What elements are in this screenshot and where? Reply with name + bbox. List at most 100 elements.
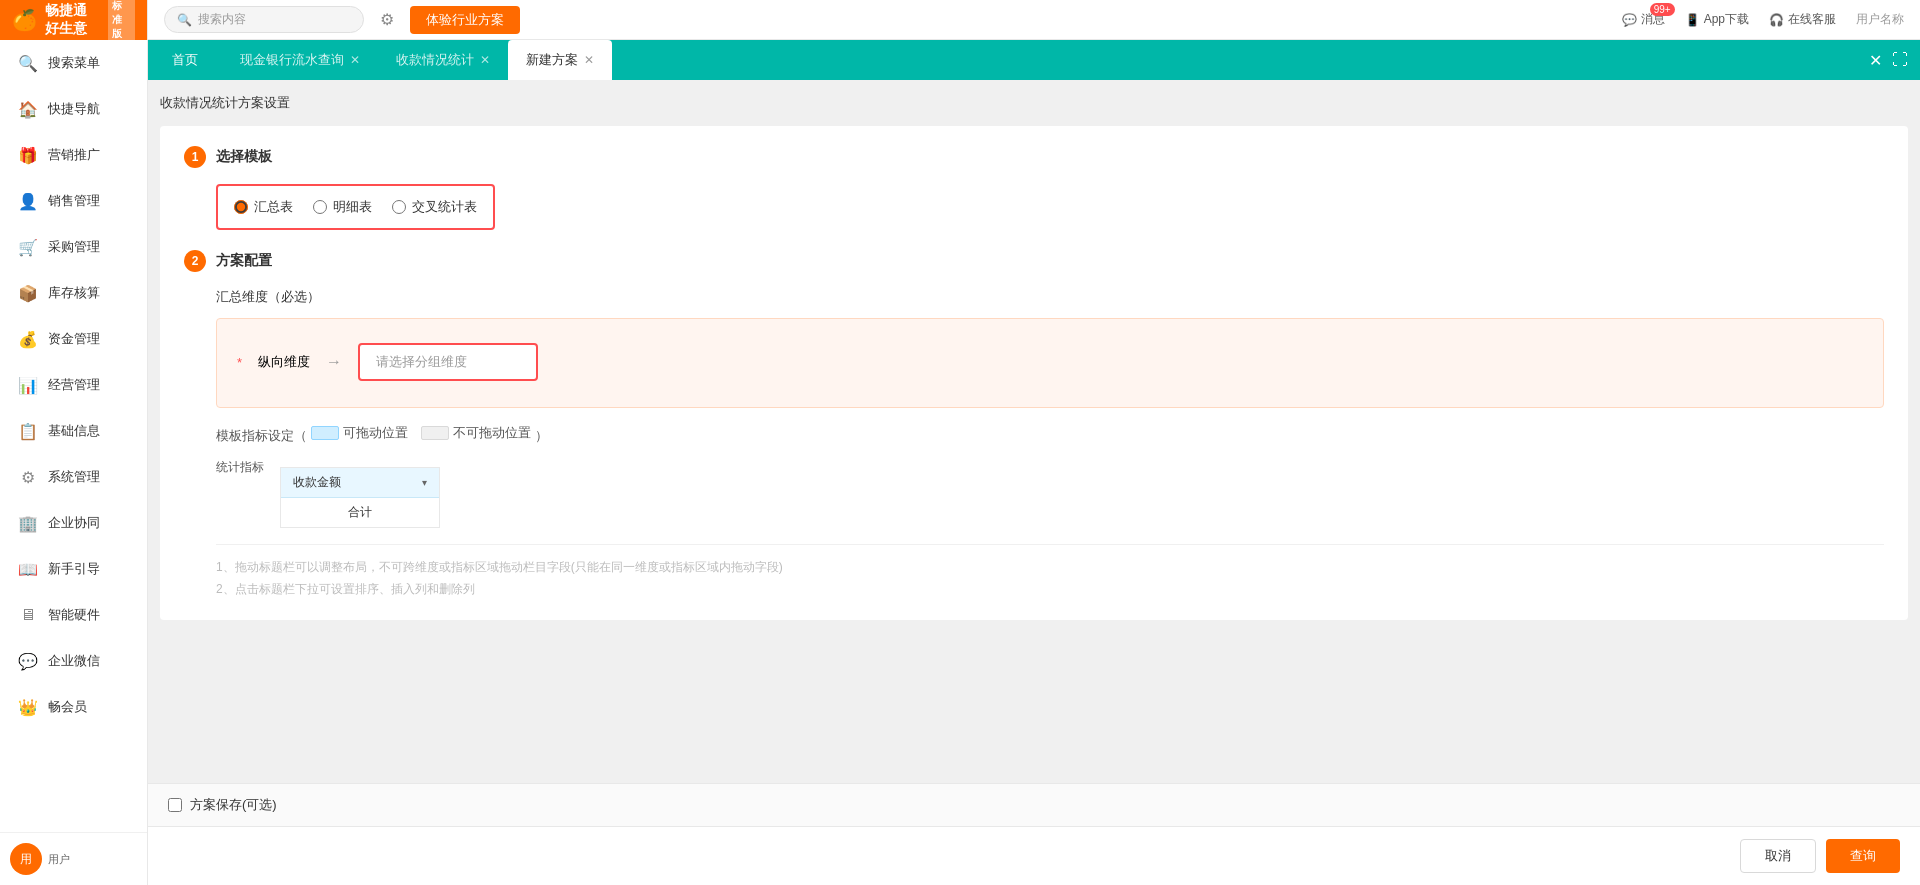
draggable-legend-label: 可拖动位置 (343, 424, 408, 442)
operations-icon: 📊 (18, 376, 38, 395)
sidebar-item-marketing[interactable]: 🎁 营销推广 (0, 132, 147, 178)
sidebar-item-operations[interactable]: 📊 经营管理 (0, 362, 147, 408)
inventory-icon: 📦 (18, 284, 38, 303)
message-icon: 💬 (1622, 13, 1637, 27)
dimension-row: * 纵向维度 → 请选择分组维度 (237, 343, 1863, 381)
settings-icon[interactable]: ⚙ (380, 10, 394, 29)
marketing-icon: 🎁 (18, 146, 38, 165)
smart-hardware-icon: 🖥 (18, 606, 38, 624)
sidebar-item-capital[interactable]: 💰 资金管理 (0, 316, 147, 362)
user-display: 用户名称 (1856, 11, 1904, 28)
radio-summary-input[interactable] (234, 200, 248, 214)
sidebar-item-enterprise-collab[interactable]: 🏢 企业协同 (0, 500, 147, 546)
sidebar-item-search-menu[interactable]: 🔍 搜索菜单 (0, 40, 147, 86)
step2-header: 2 方案配置 (184, 250, 1884, 272)
hint-2: 2、点击标题栏下拉可设置排序、插入列和删除列 (216, 579, 1884, 601)
radio-detail-label: 明细表 (333, 198, 372, 216)
system-icon: ⚙ (18, 468, 38, 487)
sidebar: 🍊 畅捷通好生意 标准版 🔍 搜索菜单 🏠 快捷导航 🎁 营销推广 👤 销售管理… (0, 0, 148, 885)
sidebar-item-label: 采购管理 (48, 238, 100, 256)
support-label: 在线客服 (1788, 11, 1836, 28)
sidebar-item-quick-nav[interactable]: 🏠 快捷导航 (0, 86, 147, 132)
sidebar-item-inventory[interactable]: 📦 库存核算 (0, 270, 147, 316)
basic-info-icon: 📋 (18, 422, 38, 441)
trial-button[interactable]: 体验行业方案 (410, 6, 520, 34)
step2-number: 2 (184, 250, 206, 272)
cancel-button[interactable]: 取消 (1740, 839, 1816, 873)
indicators-section: 模板指标设定（ 可拖动位置 不可拖动位置 ） (216, 424, 1884, 600)
stat-label-vertical: 统计指标 (216, 455, 264, 528)
sidebar-item-label: 智能硬件 (48, 606, 100, 624)
topbar-right: 💬 消息 99+ 📱 App下载 🎧 在线客服 用户名称 (1622, 11, 1904, 28)
indicators-table: 收款金额 ▾ 合计 (280, 467, 440, 528)
sidebar-item-label: 营销推广 (48, 146, 100, 164)
sidebar-item-sales[interactable]: 👤 销售管理 (0, 178, 147, 224)
download-icon: 📱 (1685, 13, 1700, 27)
radio-cross-input[interactable] (392, 200, 406, 214)
online-support-button[interactable]: 🎧 在线客服 (1769, 11, 1836, 28)
draggable-legend (311, 426, 339, 440)
dimension-label: 汇总维度（必选） (216, 288, 1884, 306)
indicators-row-total: 合计 (281, 498, 439, 527)
radio-cross-label: 交叉统计表 (412, 198, 477, 216)
tab-receipts-stat[interactable]: 收款情况统计 ✕ (378, 40, 508, 80)
sidebar-item-label: 经营管理 (48, 376, 100, 394)
dimension-select[interactable]: 请选择分组维度 (358, 343, 538, 381)
sidebar-item-label: 企业微信 (48, 652, 100, 670)
fixed-legend (421, 426, 449, 440)
logo-text: 畅捷通好生意 (45, 2, 100, 38)
tab-receipts-stat-close-icon[interactable]: ✕ (480, 53, 490, 67)
footer-section: 方案保存(可选) (148, 783, 1920, 826)
arrow-icon: → (326, 353, 342, 371)
radio-detail-input[interactable] (313, 200, 327, 214)
sidebar-item-label: 快捷导航 (48, 100, 100, 118)
sidebar-item-label: 新手引导 (48, 560, 100, 578)
sidebar-item-label: 销售管理 (48, 192, 100, 210)
sidebar-item-enterprise-wechat[interactable]: 💬 企业微信 (0, 638, 147, 684)
indicators-column-receipts[interactable]: 收款金额 ▾ (281, 468, 439, 498)
sidebar-item-purchase[interactable]: 🛒 采购管理 (0, 224, 147, 270)
query-button[interactable]: 查询 (1826, 839, 1900, 873)
content-area: 收款情况统计方案设置 1 选择模板 汇总表 明细表 (148, 80, 1920, 783)
capital-icon: 💰 (18, 330, 38, 349)
search-box[interactable]: 🔍 搜索内容 (164, 6, 364, 33)
sidebar-item-label: 库存核算 (48, 284, 100, 302)
sidebar-item-newbie[interactable]: 📖 新手引导 (0, 546, 147, 592)
radio-summary[interactable]: 汇总表 (234, 198, 293, 216)
indicators-config-label: 模板指标设定（ 可拖动位置 不可拖动位置 ） (216, 424, 1884, 445)
dimension-select-placeholder: 请选择分组维度 (376, 354, 467, 369)
avatar: 用 (10, 843, 42, 875)
column-label: 收款金额 (293, 474, 341, 491)
app-download-button[interactable]: 📱 App下载 (1685, 11, 1749, 28)
search-placeholder: 搜索内容 (198, 11, 246, 28)
tab-bank-flow[interactable]: 现金银行流水查询 ✕ (222, 40, 378, 80)
enterprise-collab-icon: 🏢 (18, 514, 38, 533)
newbie-icon: 📖 (18, 560, 38, 579)
sidebar-item-member[interactable]: 👑 畅会员 (0, 684, 147, 730)
logo-badge: 标准版 (108, 0, 135, 42)
sidebar-item-basic-info[interactable]: 📋 基础信息 (0, 408, 147, 454)
fixed-legend-label: 不可拖动位置 (453, 424, 531, 442)
tab-receipts-stat-label: 收款情况统计 (396, 51, 474, 69)
tab-home[interactable]: 首页 (148, 40, 222, 80)
download-label: App下载 (1704, 11, 1749, 28)
search-icon: 🔍 (177, 13, 192, 27)
total-label: 合计 (348, 505, 372, 519)
dimension-area: * 纵向维度 → 请选择分组维度 (216, 318, 1884, 408)
purchase-icon: 🛒 (18, 238, 38, 257)
sidebar-item-smart-hardware[interactable]: 🖥 智能硬件 (0, 592, 147, 638)
notifications-button[interactable]: 💬 消息 99+ (1622, 11, 1665, 28)
tab-bank-flow-close-icon[interactable]: ✕ (350, 53, 360, 67)
radio-detail[interactable]: 明细表 (313, 198, 372, 216)
tab-new-plan[interactable]: 新建方案 ✕ (508, 40, 612, 80)
step1-number: 1 (184, 146, 206, 168)
tab-close-all-icon[interactable]: ✕ (1869, 51, 1882, 70)
tab-expand-icon[interactable]: ⛶ (1892, 51, 1908, 69)
notifications-badge: 99+ (1650, 3, 1675, 16)
tab-new-plan-close-icon[interactable]: ✕ (584, 53, 594, 67)
sidebar-item-system[interactable]: ⚙ 系统管理 (0, 454, 147, 500)
save-checkbox[interactable] (168, 798, 182, 812)
radio-cross[interactable]: 交叉统计表 (392, 198, 477, 216)
action-bar: 取消 查询 (148, 826, 1920, 885)
chevron-down-icon: ▾ (422, 477, 427, 488)
